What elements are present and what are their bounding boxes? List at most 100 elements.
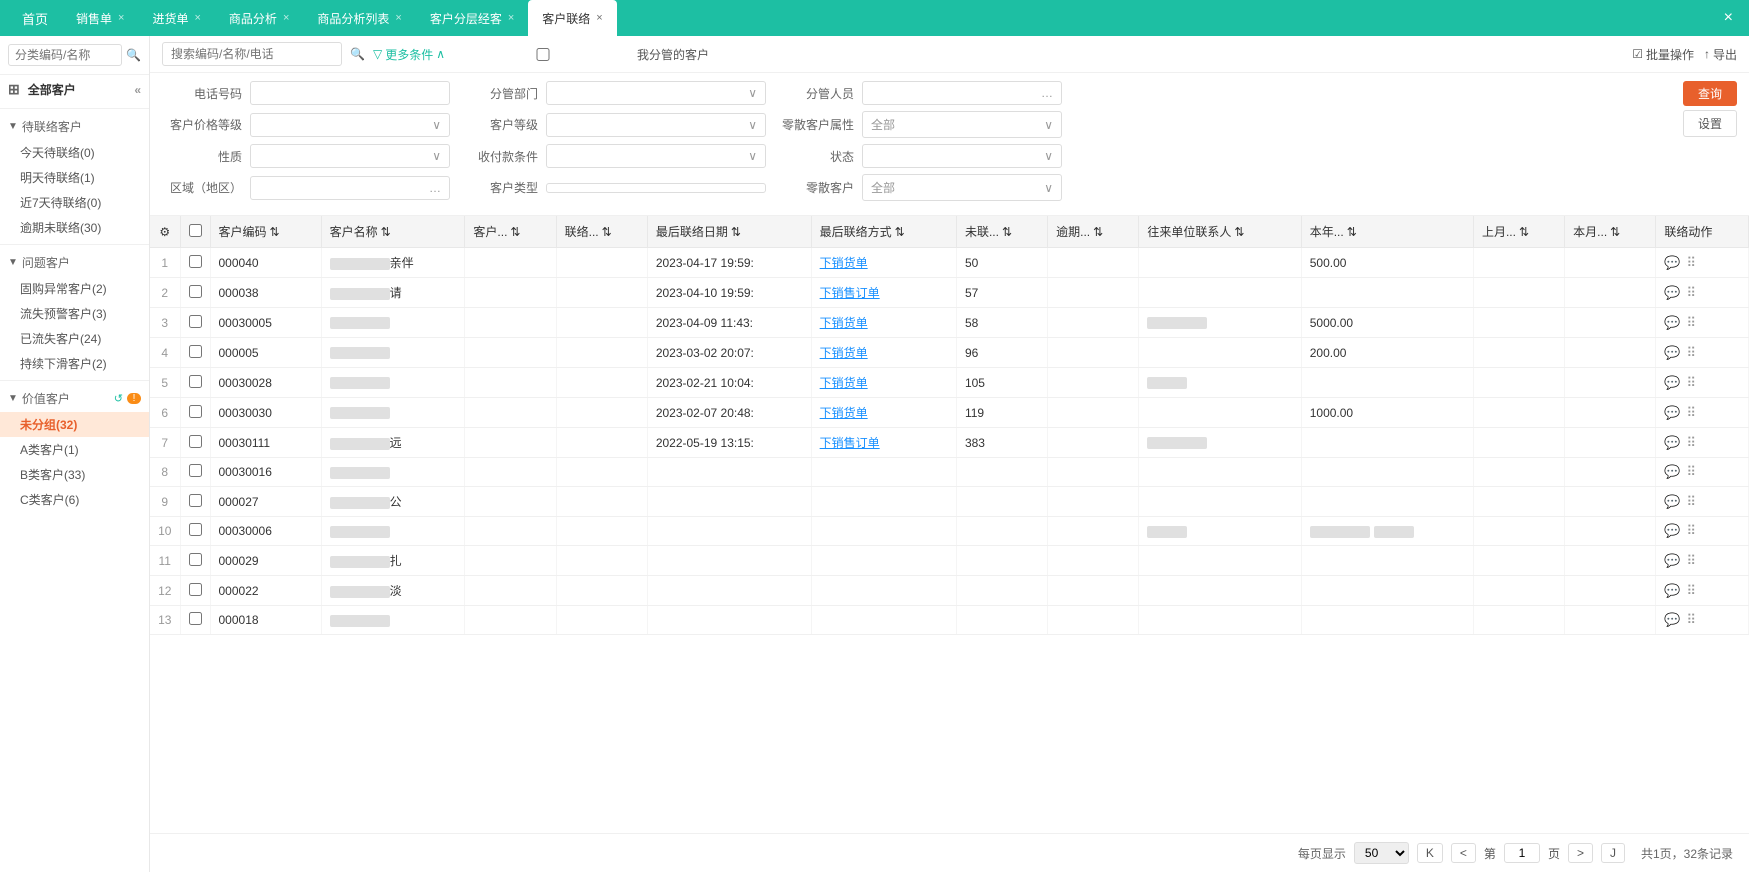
batch-op-btn[interactable]: ☑ 批量操作 [1632,46,1694,63]
col-contact-person[interactable]: 往来单位联系人⇅ [1139,216,1301,248]
last-contact-way-link[interactable]: 下销售订单 [820,436,880,450]
col-this-year[interactable]: 本年...⇅ [1301,216,1473,248]
nature-select[interactable]: ∨ [250,144,450,168]
row-checkbox[interactable] [189,523,202,536]
more-action-icon[interactable]: ⠿ [1687,553,1697,569]
more-action-icon[interactable]: ⠿ [1687,523,1697,539]
col-not-contacted[interactable]: 未联...⇅ [956,216,1047,248]
sidebar-item-abnormal[interactable]: 固购异常客户(2) [0,276,149,301]
row-checkbox[interactable] [189,255,202,268]
sidebar-item-churned[interactable]: 已流失客户(24) [0,326,149,351]
last-contact-way-link[interactable]: 下销货单 [820,346,868,360]
sidebar-item-churn-warning[interactable]: 流失预警客户(3) [0,301,149,326]
search-button[interactable]: 🔍 [350,47,365,61]
comment-action-icon[interactable]: 💬 [1664,405,1680,421]
tab-product-analysis[interactable]: 商品分析 × [215,0,303,36]
row-checkbox[interactable] [189,435,202,448]
col-gear[interactable]: ⚙ [150,216,180,248]
row-checkbox-cell[interactable] [180,278,210,308]
close-tab-sales[interactable]: × [118,12,124,24]
retail-attr-select[interactable]: 全部∨ [862,111,1062,138]
first-page-btn[interactable]: K [1417,843,1443,863]
more-action-icon[interactable]: ⠿ [1687,583,1697,599]
sidebar-group-value[interactable]: ▼ 价值客户 ↺ ! [0,385,149,412]
price-level-select[interactable]: ∨ [250,113,450,137]
my-customers-check[interactable] [453,48,633,61]
last-contact-way-link[interactable]: 下销售订单 [820,286,880,300]
more-action-icon[interactable]: ⠿ [1687,345,1697,361]
more-action-icon[interactable]: ⠿ [1687,435,1697,451]
sidebar-search-icon[interactable]: 🔍 [126,48,141,62]
query-button[interactable]: 查询 [1683,81,1737,106]
sidebar-group-pending[interactable]: ▼ 待联络客户 [0,113,149,140]
sidebar-item-ungroup[interactable]: 未分组(32) [0,412,149,437]
comment-action-icon[interactable]: 💬 [1664,435,1680,451]
dept-select[interactable]: ∨ [546,81,766,105]
window-close-btn[interactable]: × [1716,9,1741,27]
comment-action-icon[interactable]: 💬 [1664,375,1680,391]
comment-action-icon[interactable]: 💬 [1664,583,1680,599]
prev-page-btn[interactable]: < [1451,843,1476,863]
customer-level-select[interactable]: ∨ [546,113,766,137]
close-tab-product-analysis[interactable]: × [283,12,289,24]
payment-select[interactable]: ∨ [546,144,766,168]
col-code[interactable]: 客户编码⇅ [210,216,321,248]
tab-purchase-order[interactable]: 进货单 × [138,0,214,36]
more-action-icon[interactable]: ⠿ [1687,494,1697,510]
last-contact-way-link[interactable]: 下销货单 [820,256,868,270]
select-all-checkbox[interactable] [189,224,202,237]
last-page-btn[interactable]: J [1601,843,1625,863]
row-checkbox-cell[interactable] [180,248,210,278]
close-tab-segmentation[interactable]: × [508,12,514,24]
page-size-select[interactable]: 50 100 200 [1354,842,1409,864]
retail-customer-select[interactable]: 全部∨ [862,174,1062,201]
tab-customer-segmentation[interactable]: 客户分层经客 × [416,0,528,36]
person-input[interactable]: … [862,81,1062,105]
row-checkbox-cell[interactable] [180,606,210,635]
export-btn[interactable]: ↑ 导出 [1704,46,1737,63]
row-checkbox[interactable] [189,464,202,477]
collapse-sidebar-icon[interactable]: « [134,83,141,97]
row-checkbox-cell[interactable] [180,576,210,606]
row-checkbox[interactable] [189,405,202,418]
row-checkbox[interactable] [189,583,202,596]
sidebar-item-today-pending[interactable]: 今天待联络(0) [0,140,149,165]
row-checkbox-cell[interactable] [180,428,210,458]
row-checkbox-cell[interactable] [180,398,210,428]
col-checkbox[interactable] [180,216,210,248]
sidebar-item-declining[interactable]: 持续下滑客户(2) [0,351,149,376]
col-last-contact-date[interactable]: 最后联络日期⇅ [647,216,811,248]
row-checkbox[interactable] [189,612,202,625]
row-checkbox[interactable] [189,285,202,298]
col-overdue[interactable]: 逾期...⇅ [1048,216,1139,248]
col-type[interactable]: 客户...⇅ [465,216,556,248]
more-action-icon[interactable]: ⠿ [1687,405,1697,421]
region-select[interactable]: … [250,176,450,200]
more-conditions-btn[interactable]: ▽ 更多条件 ∧ [373,46,445,63]
settings-button[interactable]: 设置 [1683,110,1737,137]
last-contact-way-link[interactable]: 下销货单 [820,316,868,330]
row-checkbox[interactable] [189,345,202,358]
more-action-icon[interactable]: ⠿ [1687,255,1697,271]
comment-action-icon[interactable]: 💬 [1664,345,1680,361]
last-contact-way-link[interactable]: 下销货单 [820,376,868,390]
row-checkbox[interactable] [189,315,202,328]
col-last-contact-way[interactable]: 最后联络方式⇅ [811,216,956,248]
col-this-month[interactable]: 本月...⇅ [1565,216,1656,248]
comment-action-icon[interactable]: 💬 [1664,285,1680,301]
my-customers-checkbox[interactable]: 我分管的客户 [453,46,709,63]
row-checkbox[interactable] [189,494,202,507]
search-input[interactable] [162,42,342,66]
status-select[interactable]: ∨ [862,144,1062,168]
more-action-icon[interactable]: ⠿ [1687,375,1697,391]
sidebar-all-customers[interactable]: ⊞ 全部客户 « [0,75,149,104]
refresh-icon[interactable]: ↺ [114,392,123,405]
next-page-btn[interactable]: > [1568,843,1593,863]
sidebar-group-problem[interactable]: ▼ 问题客户 [0,249,149,276]
phone-input[interactable] [250,81,450,105]
comment-action-icon[interactable]: 💬 [1664,553,1680,569]
sidebar-item-overdue-pending[interactable]: 逾期未联络(30) [0,215,149,240]
row-checkbox-cell[interactable] [180,338,210,368]
sidebar-item-tomorrow-pending[interactable]: 明天待联络(1) [0,165,149,190]
customer-type-input[interactable] [546,183,766,193]
